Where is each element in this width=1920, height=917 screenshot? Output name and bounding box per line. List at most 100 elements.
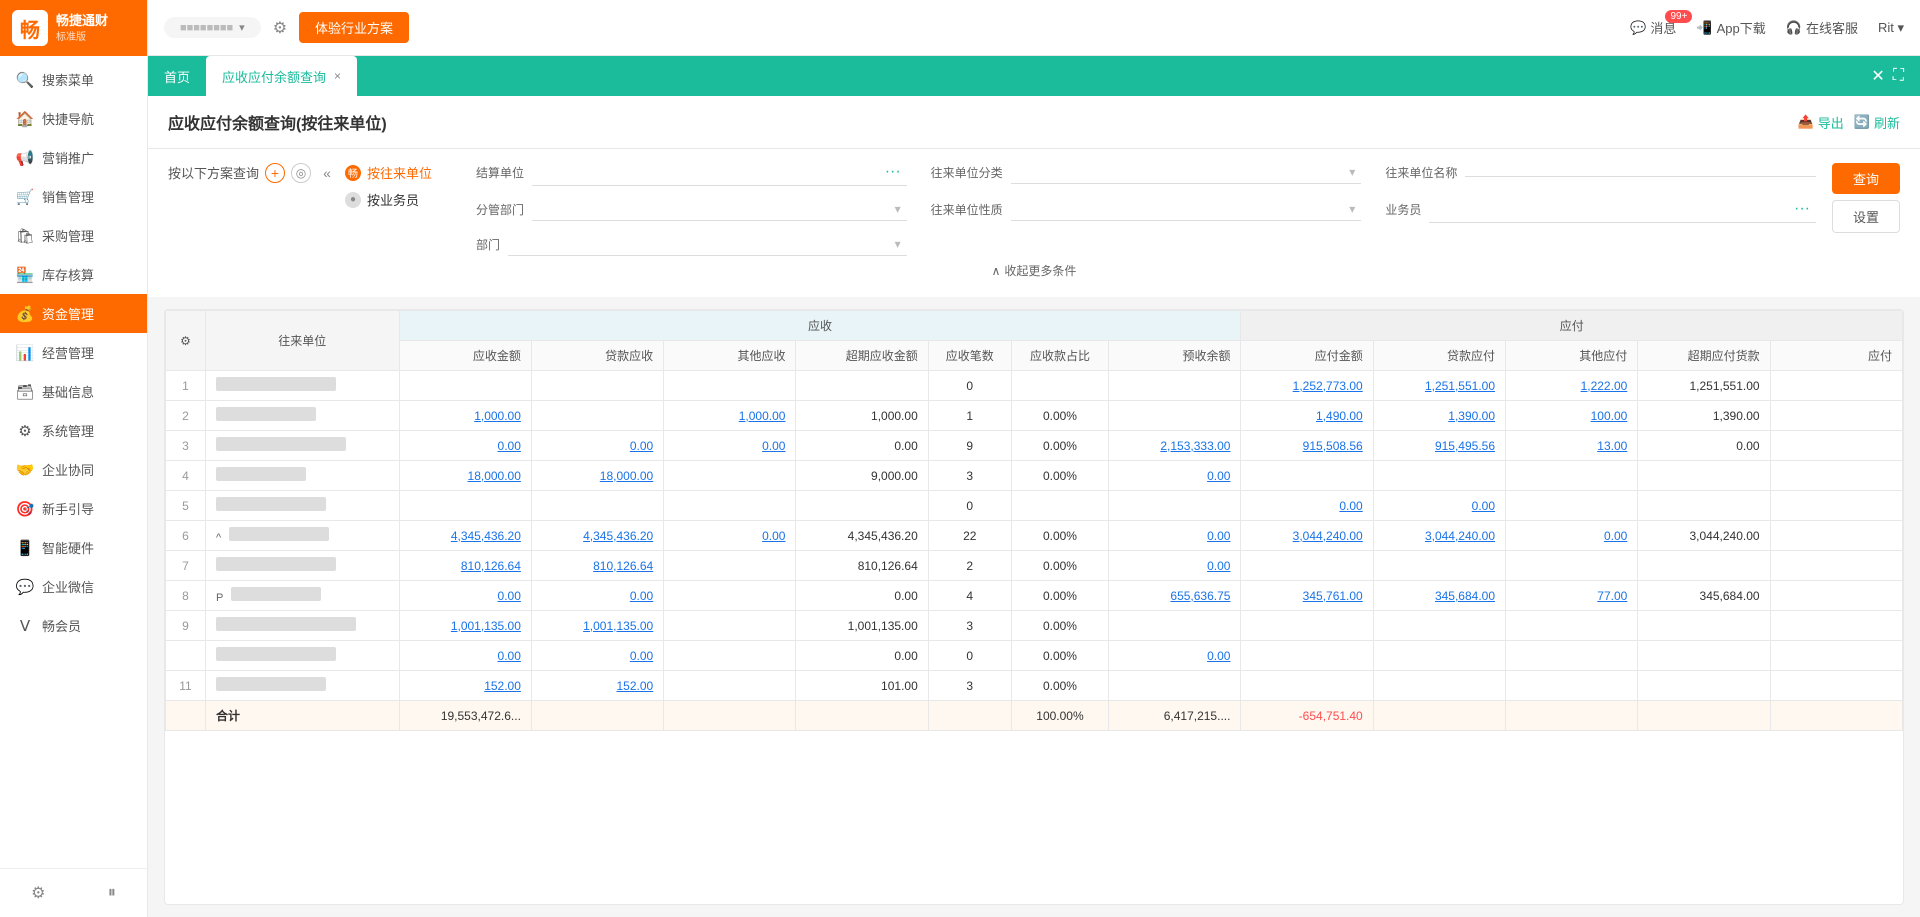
refresh-button[interactable]: 🔄 刷新 bbox=[1854, 113, 1900, 132]
operations-icon: 📊 bbox=[16, 344, 34, 362]
row-rec-count: 3 bbox=[928, 611, 1011, 641]
logo-text-area: 畅捷通财 标准版 bbox=[56, 13, 108, 44]
select-partner-category[interactable]: ▾ bbox=[1011, 161, 1362, 184]
gear-icon[interactable]: ⚙ bbox=[273, 18, 287, 38]
scheme-item-partner[interactable]: 畅 按往来单位 bbox=[337, 159, 440, 186]
input-partner-name[interactable] bbox=[1465, 168, 1816, 177]
row-pay-loan bbox=[1373, 671, 1505, 701]
row-rec-advance: 655,636.75 bbox=[1109, 581, 1241, 611]
filter-add-button[interactable]: + bbox=[265, 163, 285, 183]
table-row: 11 152.00 152.00 101.00 3 0.00% bbox=[166, 671, 1903, 701]
solution-button[interactable]: 体验行业方案 bbox=[299, 12, 409, 43]
breadcrumb-chevron: ▾ bbox=[239, 21, 245, 34]
sidebar-menu: 🔍 搜索菜单 🏠 快捷导航 📢 营销推广 🛒 销售管理 🛍 采购管理 🏪 库存核… bbox=[0, 56, 147, 868]
row-pay-amount: 345,761.00 bbox=[1241, 581, 1373, 611]
row-pay-amount bbox=[1241, 671, 1373, 701]
table-section: ⚙ 往来单位 应收 应付 应收金额 贷款应收 其他应收 超期应收金额 应收笔数 … bbox=[148, 297, 1920, 917]
row-rec-count: 3 bbox=[928, 461, 1011, 491]
row-company bbox=[206, 551, 400, 581]
sidebar-item-quicknav[interactable]: 🏠 快捷导航 bbox=[0, 99, 147, 138]
sidebar-item-collab[interactable]: 🤝 企业协同 bbox=[0, 450, 147, 489]
filter-collapse-button[interactable]: « bbox=[317, 163, 337, 183]
sidebar-item-marketing[interactable]: 📢 营销推广 bbox=[0, 138, 147, 177]
row-rec-advance bbox=[1109, 371, 1241, 401]
sidebar-item-hardware[interactable]: 📱 智能硬件 bbox=[0, 528, 147, 567]
export-button[interactable]: 📤 导出 bbox=[1798, 113, 1844, 132]
tab-close-icon[interactable]: × bbox=[334, 69, 341, 83]
filter-set-button[interactable]: ◎ bbox=[291, 163, 311, 183]
table-wrapper[interactable]: ⚙ 往来单位 应收 应付 应收金额 贷款应收 其他应收 超期应收金额 应收笔数 … bbox=[164, 309, 1904, 905]
app-icon: 📲 bbox=[1696, 20, 1712, 36]
input-settlement[interactable]: ··· bbox=[532, 159, 907, 186]
row-rec-other bbox=[664, 461, 796, 491]
filter-field-salesperson: 业务员 ··· bbox=[1385, 196, 1816, 223]
user-menu[interactable]: Rit ▾ bbox=[1878, 20, 1904, 36]
settings-col-header[interactable]: ⚙ bbox=[166, 311, 206, 371]
online-service-button[interactable]: 🎧 在线客服 bbox=[1786, 18, 1858, 37]
app-download-button[interactable]: 📲 App下载 bbox=[1696, 18, 1765, 37]
rec-other-link[interactable]: 1,000.00 bbox=[739, 409, 786, 423]
row-pay-amount bbox=[1241, 461, 1373, 491]
logo-name: 畅捷通财 bbox=[56, 13, 108, 29]
sidebar-item-search[interactable]: 🔍 搜索菜单 bbox=[0, 60, 147, 99]
row-rec-count: 0 bbox=[928, 371, 1011, 401]
row-pay-loan bbox=[1373, 551, 1505, 581]
row-rec-loan: 4,345,436.20 bbox=[531, 521, 663, 551]
sidebar-item-inventory[interactable]: 🏪 库存核算 bbox=[0, 255, 147, 294]
setting-button[interactable]: 设置 bbox=[1832, 200, 1900, 233]
table-col-headers: 应收金额 贷款应收 其他应收 超期应收金额 应收笔数 应收款占比 预收余额 应付… bbox=[166, 341, 1903, 371]
sidebar-item-guide[interactable]: 🎯 新手引导 bbox=[0, 489, 147, 528]
input-salesperson[interactable]: ··· bbox=[1429, 196, 1816, 223]
sidebar-label-purchase: 采购管理 bbox=[42, 226, 94, 245]
tab-minimize-icon[interactable]: ✕ bbox=[1871, 66, 1884, 86]
sidebar-item-basic[interactable]: 🗃 基础信息 bbox=[0, 372, 147, 411]
filter-field-partner-nature: 往来单位性质 ▾ bbox=[931, 198, 1362, 221]
sidebar-label-basic: 基础信息 bbox=[42, 382, 94, 401]
select-subdept[interactable]: ▾ bbox=[508, 233, 907, 256]
row-rec-overdue: 0.00 bbox=[796, 431, 928, 461]
row-rec-advance: 0.00 bbox=[1109, 551, 1241, 581]
row-rec-other bbox=[664, 551, 796, 581]
row-rec-amount: 1,001,135.00 bbox=[399, 611, 531, 641]
filter-field-settlement: 结算单位 ··· bbox=[476, 159, 907, 186]
select-dept[interactable]: ▾ bbox=[532, 198, 907, 221]
sidebar-item-wechat[interactable]: 💬 企业微信 bbox=[0, 567, 147, 606]
sidebar-item-member[interactable]: Ⅴ 畅会员 bbox=[0, 606, 147, 645]
sidebar-item-system[interactable]: ⚙ 系统管理 bbox=[0, 411, 147, 450]
table-row: 2 1,000.00 1,000.00 1,000.00 1 0.00% 1,4… bbox=[166, 401, 1903, 431]
query-button[interactable]: 查询 bbox=[1832, 163, 1900, 194]
tab-maximize-icon[interactable]: ⛶ bbox=[1893, 67, 1904, 85]
table-row: 6 ^ 4,345,436.20 4,345,436.20 0.00 4,345… bbox=[166, 521, 1903, 551]
sidebar-item-finance[interactable]: 💰 资金管理 bbox=[0, 294, 147, 333]
footer-pay-loan bbox=[1373, 701, 1505, 731]
collapse-more-button[interactable]: ∧ 收起更多条件 bbox=[168, 256, 1900, 285]
row-rec-pct: 0.00% bbox=[1011, 551, 1108, 581]
collapse-more-label: 收起更多条件 bbox=[1004, 262, 1076, 279]
sidebar-item-sales[interactable]: 🛒 销售管理 bbox=[0, 177, 147, 216]
row-rec-other bbox=[664, 611, 796, 641]
row-index: 3 bbox=[166, 431, 206, 461]
select-partner-nature[interactable]: ▾ bbox=[1011, 198, 1362, 221]
collapse-icon[interactable]: ⏸ bbox=[102, 878, 122, 908]
row-rec-other bbox=[664, 371, 796, 401]
row-company bbox=[206, 641, 400, 671]
row-rec-other bbox=[664, 671, 796, 701]
row-rec-overdue bbox=[796, 491, 928, 521]
pay-loan-link[interactable]: 1,251,551.00 bbox=[1425, 379, 1495, 393]
rec-amount-link[interactable]: 1,000.00 bbox=[474, 409, 521, 423]
row-rec-loan: 0.00 bbox=[531, 431, 663, 461]
service-label: 在线客服 bbox=[1806, 18, 1858, 37]
tab-receivable[interactable]: 应收应付余额查询 × bbox=[206, 56, 357, 96]
sidebar-item-purchase[interactable]: 🛍 采购管理 bbox=[0, 216, 147, 255]
message-button[interactable]: 💬 消息 99+ bbox=[1630, 18, 1676, 37]
row-pay-amount: 3,044,240.00 bbox=[1241, 521, 1373, 551]
settings-bottom-icon[interactable]: ⚙ bbox=[25, 877, 51, 909]
sidebar-item-operations[interactable]: 📊 经营管理 bbox=[0, 333, 147, 372]
row-rec-amount: 152.00 bbox=[399, 671, 531, 701]
scheme-item-salesperson[interactable]: ● 按业务员 bbox=[337, 186, 427, 213]
tab-home[interactable]: 首页 bbox=[148, 56, 206, 96]
pay-amount-link[interactable]: 1,252,773.00 bbox=[1293, 379, 1363, 393]
pay-other-link[interactable]: 1,222.00 bbox=[1581, 379, 1628, 393]
row-rec-amount: 810,126.64 bbox=[399, 551, 531, 581]
row-pay-amount bbox=[1241, 641, 1373, 671]
